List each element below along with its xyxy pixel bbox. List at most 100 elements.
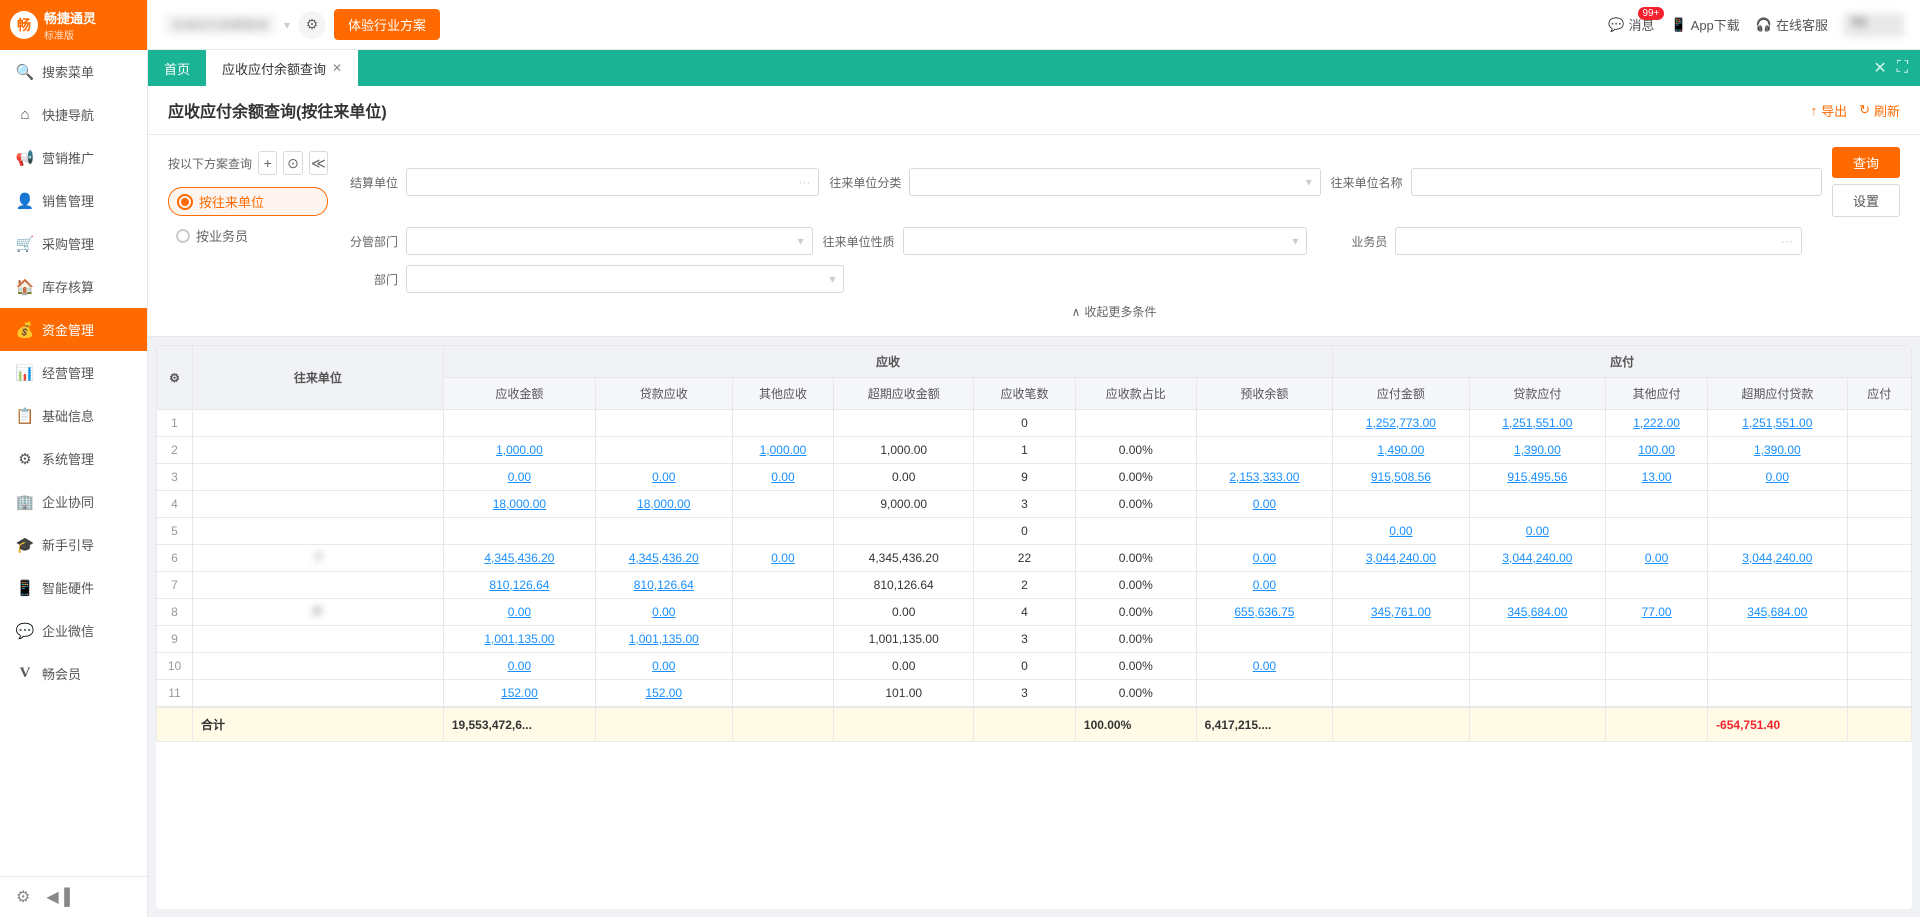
loan-payable[interactable]: 915,495.56 bbox=[1469, 464, 1606, 491]
sidebar-item-finance[interactable]: 💰 资金管理 bbox=[0, 308, 147, 351]
overdue-payable[interactable]: 0.00 bbox=[1708, 464, 1848, 491]
header-gear-button[interactable]: ⚙ bbox=[298, 11, 326, 39]
tab-fullscreen-icon[interactable]: ⛶ bbox=[1897, 59, 1908, 77]
sidebar-item-wechat[interactable]: 💬 企业微信 bbox=[0, 609, 147, 652]
dept-mgr-input[interactable]: ▾ bbox=[406, 227, 813, 255]
collapse-sidebar-icon[interactable]: ◀▐ bbox=[46, 887, 70, 907]
tab-close-icon[interactable]: ✕ bbox=[332, 61, 342, 75]
loan-receivable[interactable]: 4,345,436.20 bbox=[596, 545, 733, 572]
salesman-input[interactable]: ··· bbox=[1395, 227, 1802, 255]
advance-balance[interactable]: 0.00 bbox=[1196, 653, 1333, 680]
query-button[interactable]: 查询 bbox=[1832, 147, 1900, 178]
sidebar-item-collab[interactable]: 🏢 企业协同 bbox=[0, 480, 147, 523]
partner-name-input[interactable] bbox=[1411, 168, 1822, 196]
other-payable[interactable]: 13.00 bbox=[1606, 464, 1708, 491]
receivable-ratio: 0.00% bbox=[1075, 545, 1196, 572]
loan-payable[interactable]: 0.00 bbox=[1469, 518, 1606, 545]
footer-receivable-total[interactable]: 19,553,472,6... bbox=[443, 707, 595, 742]
loan-payable[interactable]: 1,390.00 bbox=[1469, 437, 1606, 464]
table-wrapper[interactable]: ⚙ 往来单位 应收 应付 应收金额 贷款应收 其他应收 超期应收金额 应收笔数 … bbox=[156, 345, 1912, 909]
payable-amount[interactable]: 345,761.00 bbox=[1333, 599, 1470, 626]
tab-close-window-icon[interactable]: ✕ bbox=[1873, 58, 1886, 78]
loan-payable[interactable]: 1,251,551.00 bbox=[1469, 410, 1606, 437]
export-button[interactable]: ↑ 导出 bbox=[1811, 101, 1848, 120]
sidebar-item-inventory[interactable]: 🏠 库存核算 bbox=[0, 265, 147, 308]
loan-receivable[interactable]: 0.00 bbox=[596, 653, 733, 680]
receivable-amount[interactable]: 1,000.00 bbox=[443, 437, 595, 464]
payable-amount[interactable]: 1,490.00 bbox=[1333, 437, 1470, 464]
sidebar-item-marketing[interactable]: 📢 营销推广 bbox=[0, 136, 147, 179]
overdue-payable[interactable]: 345,684.00 bbox=[1708, 599, 1848, 626]
payable-amount[interactable]: 1,252,773.00 bbox=[1333, 410, 1470, 437]
partner-category-input[interactable]: ▾ bbox=[909, 168, 1320, 196]
advance-balance[interactable]: 655,636.75 bbox=[1196, 599, 1333, 626]
search-option-salesman[interactable]: 按业务员 bbox=[168, 222, 328, 249]
payable-amount[interactable]: 0.00 bbox=[1333, 518, 1470, 545]
refresh-button[interactable]: ↻ 刷新 bbox=[1859, 101, 1900, 120]
loan-receivable[interactable]: 0.00 bbox=[596, 464, 733, 491]
loan-receivable[interactable]: 1,001,135.00 bbox=[596, 626, 733, 653]
overdue-payable[interactable]: 3,044,240.00 bbox=[1708, 545, 1848, 572]
download-button[interactable]: 📱 App下载 bbox=[1670, 15, 1739, 34]
loan-receivable[interactable]: 810,126.64 bbox=[596, 572, 733, 599]
advance-balance[interactable]: 0.00 bbox=[1196, 491, 1333, 518]
other-payable[interactable]: 0.00 bbox=[1606, 545, 1708, 572]
collapse-more-button[interactable]: ∧ 收起更多条件 bbox=[328, 299, 1900, 324]
sidebar-item-newbie[interactable]: 🎓 新手引导 bbox=[0, 523, 147, 566]
dept-input[interactable]: ▾ bbox=[406, 265, 844, 293]
scheme-settings-button[interactable]: ⊙ bbox=[283, 151, 302, 175]
receivable-amount[interactable]: 0.00 bbox=[443, 464, 595, 491]
filter-row-2: 分管部门 ▾ 往来单位性质 ▾ bbox=[328, 227, 1900, 255]
settlement-unit-input[interactable]: ··· bbox=[406, 168, 819, 196]
sidebar-item-member[interactable]: V 畅会员 bbox=[0, 652, 147, 695]
overdue-payable[interactable]: 1,251,551.00 bbox=[1708, 410, 1848, 437]
receivable-amount[interactable]: 0.00 bbox=[443, 653, 595, 680]
other-payable[interactable]: 77.00 bbox=[1606, 599, 1708, 626]
receivable-amount[interactable]: 4,345,436.20 bbox=[443, 545, 595, 572]
loan-payable[interactable]: 345,684.00 bbox=[1469, 599, 1606, 626]
payable-col5 bbox=[1847, 491, 1911, 518]
sidebar-item-purchase[interactable]: 🛒 采购管理 bbox=[0, 222, 147, 265]
other-payable[interactable]: 1,222.00 bbox=[1606, 410, 1708, 437]
scheme-collapse-button[interactable]: ≪ bbox=[309, 151, 328, 175]
other-payable[interactable]: 100.00 bbox=[1606, 437, 1708, 464]
add-scheme-button[interactable]: + bbox=[258, 151, 277, 175]
sidebar-item-system[interactable]: ⚙ 系统管理 bbox=[0, 437, 147, 480]
loan-receivable[interactable]: 0.00 bbox=[596, 599, 733, 626]
sidebar-item-operation[interactable]: 📊 经营管理 bbox=[0, 351, 147, 394]
receivable-amount[interactable]: 18,000.00 bbox=[443, 491, 595, 518]
payable-amount[interactable]: 3,044,240.00 bbox=[1333, 545, 1470, 572]
receivable-amount[interactable]: 1,001,135.00 bbox=[443, 626, 595, 653]
tab-query[interactable]: 应收应付余额查询 ✕ bbox=[206, 50, 358, 86]
sidebar-item-quick-nav[interactable]: ⌂ 快捷导航 bbox=[0, 93, 147, 136]
receivable-amount[interactable]: 810,126.64 bbox=[443, 572, 595, 599]
service-button[interactable]: 🎧 在线客服 bbox=[1756, 15, 1828, 34]
advance-balance[interactable]: 2,153,333.00 bbox=[1196, 464, 1333, 491]
other-receivable[interactable]: 1,000.00 bbox=[732, 437, 834, 464]
loan-receivable[interactable]: 18,000.00 bbox=[596, 491, 733, 518]
advance-balance[interactable]: 0.00 bbox=[1196, 545, 1333, 572]
settings-button[interactable]: 设置 bbox=[1832, 184, 1900, 217]
payable-amount[interactable]: 915,508.56 bbox=[1333, 464, 1470, 491]
message-button[interactable]: 💬 消息 99+ bbox=[1608, 15, 1654, 34]
sidebar-item-basic[interactable]: 📋 基础信息 bbox=[0, 394, 147, 437]
solution-button[interactable]: 体验行业方案 bbox=[334, 9, 440, 40]
partner-nature-input[interactable]: ▾ bbox=[903, 227, 1308, 255]
other-receivable[interactable]: 0.00 bbox=[732, 545, 834, 572]
receivable-amount[interactable]: 0.00 bbox=[443, 599, 595, 626]
header-right: 💬 消息 99+ 📱 App下载 🎧 在线客服 Rit bbox=[1608, 13, 1904, 37]
loan-payable[interactable]: 3,044,240.00 bbox=[1469, 545, 1606, 572]
col-settings-header[interactable]: ⚙ bbox=[157, 346, 193, 410]
sidebar-item-sales[interactable]: 👤 销售管理 bbox=[0, 179, 147, 222]
overdue-payable[interactable]: 1,390.00 bbox=[1708, 437, 1848, 464]
sidebar-item-search-menu[interactable]: 🔍 搜索菜单 bbox=[0, 50, 147, 93]
search-option-partner[interactable]: 按往来单位 bbox=[168, 187, 328, 216]
settings-bottom-icon[interactable]: ⚙ bbox=[16, 887, 30, 907]
receivable-amount[interactable]: 152.00 bbox=[443, 680, 595, 708]
sidebar-item-hardware[interactable]: 📱 智能硬件 bbox=[0, 566, 147, 609]
tab-home[interactable]: 首页 bbox=[148, 50, 206, 86]
advance-balance[interactable]: 0.00 bbox=[1196, 572, 1333, 599]
other-receivable[interactable]: 0.00 bbox=[732, 464, 834, 491]
user-avatar[interactable]: Rit bbox=[1844, 13, 1904, 37]
loan-receivable[interactable]: 152.00 bbox=[596, 680, 733, 708]
